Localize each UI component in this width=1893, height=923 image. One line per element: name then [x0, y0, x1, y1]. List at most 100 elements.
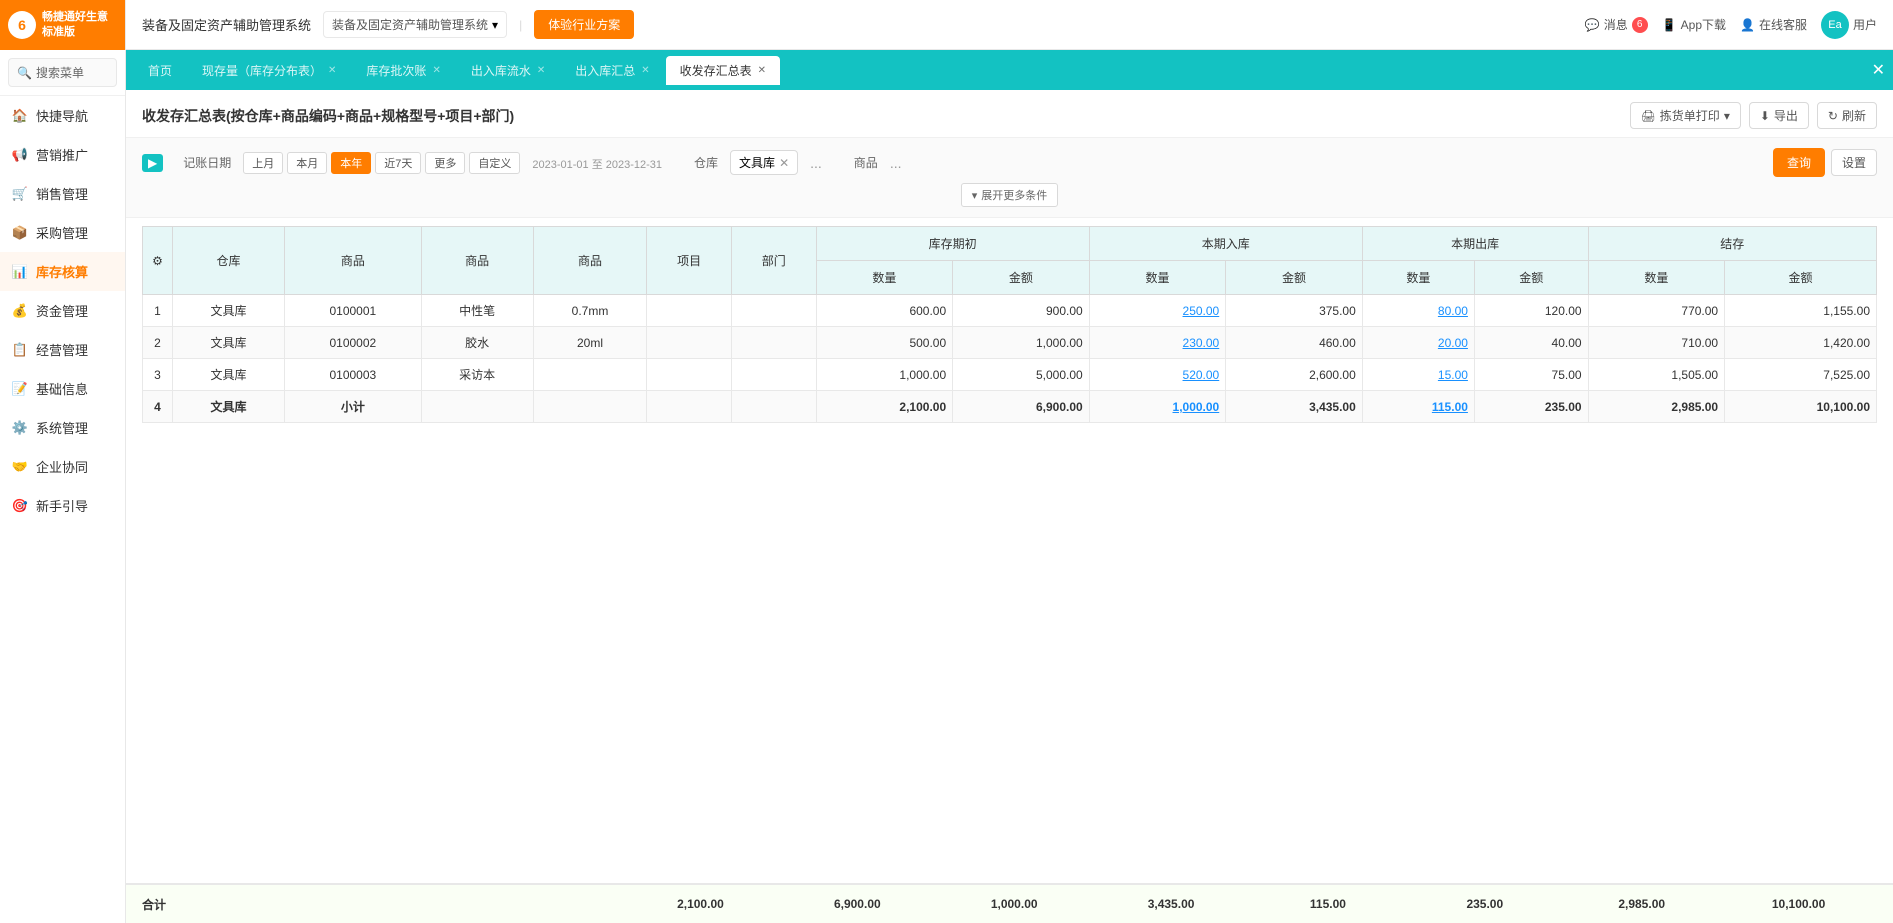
- cell-init-amt: 5,000.00: [953, 359, 1090, 391]
- cell-spec: [533, 359, 647, 391]
- data-table: ⚙ 仓库 商品 商品 商品 项目 部门 库存期初 本期入库 本期出库 结存: [142, 226, 1877, 423]
- date-btn-7days[interactable]: 近7天: [375, 152, 421, 174]
- sidebar-item-purchase[interactable]: 📦 采购管理: [0, 213, 125, 252]
- cell-in-qty[interactable]: 250.00: [1089, 295, 1226, 327]
- sidebar-item-finance[interactable]: 💰 资金管理: [0, 291, 125, 330]
- warehouse-ellipsis[interactable]: ...: [810, 155, 822, 171]
- cell-in-qty[interactable]: 230.00: [1089, 327, 1226, 359]
- tab-close-icon[interactable]: ✕: [758, 65, 766, 76]
- tab-home[interactable]: 首页: [134, 56, 186, 85]
- message-badge: 6: [1632, 17, 1648, 33]
- support-icon: 👤: [1740, 18, 1755, 32]
- tab-inout-flow[interactable]: 出入库流水 ✕: [457, 56, 559, 85]
- tab-close-icon[interactable]: ✕: [432, 65, 440, 76]
- tab-close-icon[interactable]: ✕: [328, 65, 336, 76]
- export-icon: ⬇: [1760, 109, 1770, 123]
- cell-in-qty[interactable]: 1,000.00: [1089, 391, 1226, 423]
- tab-receive-send-summary[interactable]: 收发存汇总表 ✕: [666, 56, 780, 85]
- filter-row-main: ▶ 记账日期 上月 本月 本年 近7天 更多 自定义 2023-01-01 至 …: [142, 148, 1877, 177]
- settings-button[interactable]: 设置: [1831, 149, 1877, 176]
- cell-out-qty[interactable]: 20.00: [1362, 327, 1474, 359]
- date-btn-custom[interactable]: 自定义: [469, 152, 520, 174]
- footer-summary: 合计 2,100.00 6,900.00 1,000.00 3,435.00 1…: [126, 883, 1893, 923]
- cell-subtotal-label: 小计: [285, 391, 422, 423]
- table-row: 1 文具库 0100001 中性笔 0.7mm 600.00 900.00 25…: [143, 295, 1877, 327]
- col-in-amt: 金额: [1226, 261, 1363, 295]
- sales-icon: 🛒: [12, 186, 28, 202]
- expand-conditions-button[interactable]: ▾ 展开更多条件: [961, 183, 1059, 207]
- cell-out-qty[interactable]: 15.00: [1362, 359, 1474, 391]
- cell-out-qty[interactable]: 115.00: [1362, 391, 1474, 423]
- message-button[interactable]: 💬 消息 6: [1585, 16, 1648, 33]
- cell-out-qty[interactable]: 80.00: [1362, 295, 1474, 327]
- avatar: Ea: [1821, 11, 1849, 39]
- trial-button[interactable]: 体验行业方案: [534, 10, 634, 39]
- export-button[interactable]: ⬇ 导出: [1749, 102, 1809, 129]
- sidebar-item-enterprise[interactable]: 🤝 企业协同: [0, 447, 125, 486]
- message-icon: 💬: [1585, 18, 1600, 32]
- main-content: 装备及固定资产辅助管理系统 装备及固定资产辅助管理系统 ▾ | 体验行业方案 💬…: [126, 0, 1893, 923]
- cell-bal-qty: 770.00: [1588, 295, 1725, 327]
- cell-goods: 采访本: [421, 359, 533, 391]
- tab-close-icon[interactable]: ✕: [537, 65, 545, 76]
- col-code: 商品: [285, 227, 422, 295]
- cell-project: [647, 359, 732, 391]
- cell-in-qty[interactable]: 520.00: [1089, 359, 1226, 391]
- system-select-label: 装备及固定资产辅助管理系统: [332, 16, 488, 33]
- query-button[interactable]: 查询: [1773, 148, 1825, 177]
- app-download-button[interactable]: 📱 App下载: [1662, 16, 1726, 33]
- cell-init-qty: 600.00: [816, 295, 953, 327]
- settings-icon[interactable]: ⚙: [152, 254, 163, 268]
- basic-info-icon: 📝: [12, 381, 28, 397]
- sidebar-item-system[interactable]: ⚙️ 系统管理: [0, 408, 125, 447]
- sidebar-search-area: 🔍 搜索菜单: [0, 50, 125, 96]
- date-btn-last-month[interactable]: 上月: [243, 152, 283, 174]
- refresh-button[interactable]: ↻ 刷新: [1817, 102, 1877, 129]
- tab-close-icon[interactable]: ✕: [641, 65, 649, 76]
- col-in-qty: 数量: [1089, 261, 1226, 295]
- tab-bar-close-button[interactable]: ✕: [1872, 60, 1885, 80]
- col-warehouse: 仓库: [173, 227, 285, 295]
- sidebar-item-sales[interactable]: 🛒 销售管理: [0, 174, 125, 213]
- inventory-icon: 📊: [12, 264, 28, 280]
- sidebar-item-operation[interactable]: 📋 经营管理: [0, 330, 125, 369]
- footer-in-amt: 3,435.00: [1093, 897, 1250, 911]
- subtotal-row: 4 文具库 小计 2,100.00 6,900.00 1,000.00 3,43…: [143, 391, 1877, 423]
- search-menu-button[interactable]: 🔍 搜索菜单: [8, 58, 117, 87]
- cell-goods: 中性笔: [421, 295, 533, 327]
- footer-bal-qty: 2,985.00: [1563, 897, 1720, 911]
- collapse-button[interactable]: ▶: [142, 154, 163, 172]
- sidebar-item-quick-nav[interactable]: 🏠 快捷导航: [0, 96, 125, 135]
- user-menu[interactable]: Ea 用户: [1821, 11, 1877, 39]
- col-bal-qty: 数量: [1588, 261, 1725, 295]
- search-icon: 🔍: [17, 66, 32, 80]
- tab-inout-summary[interactable]: 出入库汇总 ✕: [561, 56, 663, 85]
- warehouse-tag-close[interactable]: ✕: [779, 156, 789, 170]
- goods-ellipsis[interactable]: ...: [890, 155, 902, 171]
- print-button[interactable]: 🖨 拣货单打印 ▾: [1630, 102, 1741, 129]
- sidebar-item-guide[interactable]: 🎯 新手引导: [0, 486, 125, 525]
- col-init-qty: 数量: [816, 261, 953, 295]
- cell-code: 0100003: [285, 359, 422, 391]
- cell-bal-qty: 2,985.00: [1588, 391, 1725, 423]
- tab-inventory-distribution[interactable]: 现存量（库存分布表） ✕: [188, 56, 350, 85]
- sidebar-logo: 6 畅捷通好生意 标准版: [0, 0, 125, 50]
- date-btn-more[interactable]: 更多: [425, 152, 465, 174]
- cell-init-qty: 500.00: [816, 327, 953, 359]
- chevron-down-icon: ▾: [492, 18, 498, 32]
- cell-bal-qty: 1,505.00: [1588, 359, 1725, 391]
- online-support-button[interactable]: 👤 在线客服: [1740, 16, 1807, 33]
- cell-bal-amt: 1,155.00: [1725, 295, 1877, 327]
- footer-out-qty: 115.00: [1250, 897, 1407, 911]
- cell-empty: [731, 391, 816, 423]
- date-btn-this-month[interactable]: 本月: [287, 152, 327, 174]
- cell-code: 0100002: [285, 327, 422, 359]
- sidebar-item-basic-info[interactable]: 📝 基础信息: [0, 369, 125, 408]
- tab-batch-ledger[interactable]: 库存批次账 ✕: [352, 56, 454, 85]
- col-settings[interactable]: ⚙: [143, 227, 173, 295]
- date-btn-this-year[interactable]: 本年: [331, 152, 371, 174]
- system-select[interactable]: 装备及固定资产辅助管理系统 ▾: [323, 11, 507, 38]
- marketing-icon: 📢: [12, 147, 28, 163]
- sidebar-item-marketing[interactable]: 📢 营销推广: [0, 135, 125, 174]
- sidebar-item-inventory[interactable]: 📊 库存核算: [0, 252, 125, 291]
